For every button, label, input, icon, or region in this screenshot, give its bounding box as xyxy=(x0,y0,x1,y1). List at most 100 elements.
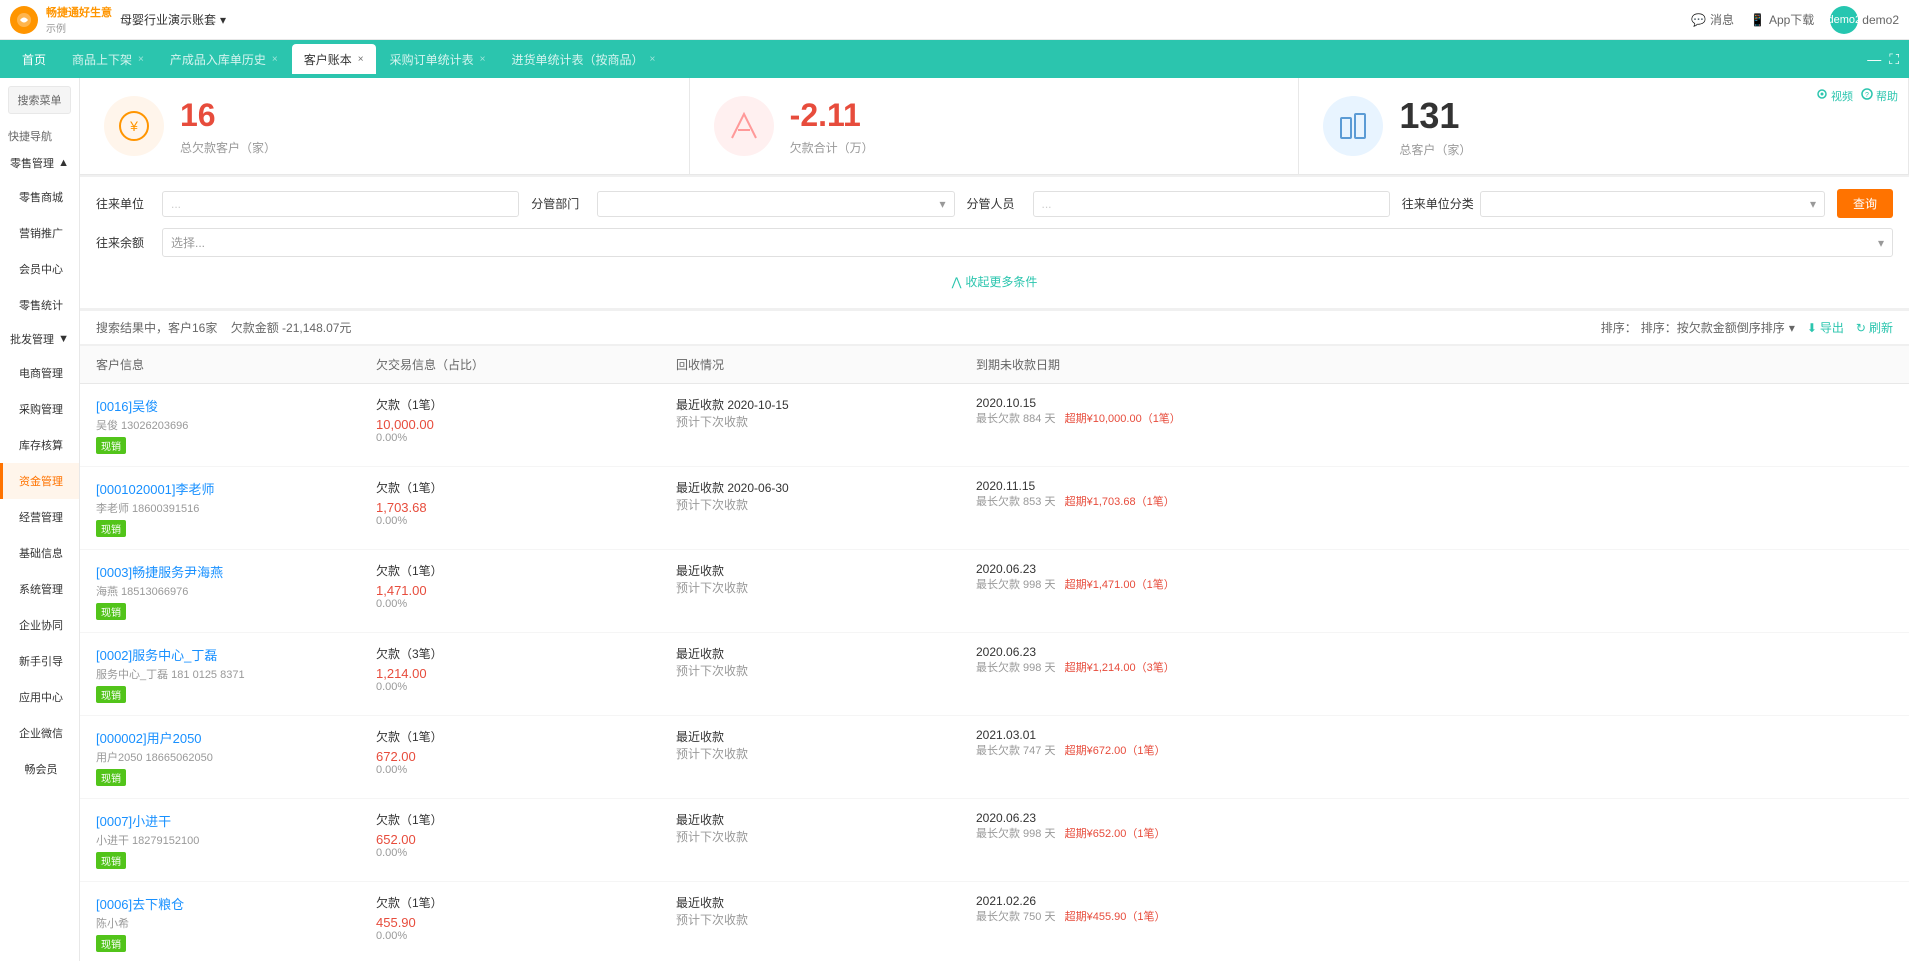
last-collection-1: 最近收款 2020-06-30 xyxy=(676,479,976,496)
sidebar-item-wechat[interactable]: 企业微信 xyxy=(0,715,79,751)
overdue-link-2[interactable]: 超期¥1,471.00（1笔） xyxy=(1065,579,1175,591)
store-selector[interactable]: 母婴行业演示账套 ▾ xyxy=(120,11,226,28)
sidebar-item-vip[interactable]: 畅会员 xyxy=(0,751,79,787)
refresh-button[interactable]: ↻ 刷新 xyxy=(1856,319,1893,336)
customer-name-6[interactable]: [0006]去下粮仓 xyxy=(96,894,376,913)
debt-percent-3: 0.00% xyxy=(376,681,676,693)
search-menu-button[interactable]: 搜索菜单 xyxy=(8,86,71,114)
table-row: [0007]小进干 小进干 18279152100 现销 欠款（1笔） 652.… xyxy=(80,799,1909,882)
unit-class-select[interactable]: ▾ xyxy=(1480,191,1825,217)
tab-close-inbound[interactable]: × xyxy=(649,54,655,65)
filter-unit-class: 往来单位分类 ▾ xyxy=(1402,191,1825,217)
tab-close-customer[interactable]: × xyxy=(358,54,364,65)
search-button[interactable]: 查询 xyxy=(1837,189,1893,218)
debt-amount-3[interactable]: 1,214.00 xyxy=(376,666,676,681)
debt-info-6: 欠款（1笔） 455.90 0.00% xyxy=(376,894,676,942)
sidebar-item-ecommerce[interactable]: 电商管理 xyxy=(0,355,79,391)
top-right: 💬 消息 📱 App下载 demo2 demo2 xyxy=(1691,6,1899,34)
overdue-link-4[interactable]: 超期¥672.00（1笔） xyxy=(1065,745,1166,757)
customer-name-0[interactable]: [0016]吴俊 xyxy=(96,396,376,415)
result-actions: 排序： 排序：按欠款金额倒序排序 ▾ ⬇ 导出 ↻ 刷新 xyxy=(1601,319,1893,336)
sidebar-item-operations[interactable]: 经营管理 xyxy=(0,499,79,535)
debt-amount-0[interactable]: 10,000.00 xyxy=(376,417,676,432)
overdue-link-0[interactable]: 超期¥10,000.00（1笔） xyxy=(1065,413,1181,425)
debt-amount-2[interactable]: 1,471.00 xyxy=(376,583,676,598)
tab-bar: 首页 商品上下架 × 产成品入库单历史 × 客户账本 × 采购订单统计表 × 进… xyxy=(0,40,1909,78)
customer-name-3[interactable]: [0002]服务中心_丁磊 xyxy=(96,645,376,664)
view-icon[interactable]: 视频 xyxy=(1816,88,1853,104)
table-header: 客户信息 欠交易信息（占比） 回收情况 到期未收款日期 xyxy=(80,346,1909,384)
sort-select[interactable]: 排序： 排序：按欠款金额倒序排序 ▾ xyxy=(1601,319,1795,336)
sidebar-item-app-center[interactable]: 应用中心 xyxy=(0,679,79,715)
customer-name-4[interactable]: [000002]用户2050 xyxy=(96,728,376,747)
minimize-button[interactable]: — xyxy=(1867,51,1881,68)
stat-info-customers: 16 总欠款客户（家） xyxy=(180,96,665,155)
result-bar: 搜索结果中，客户16家 欠款金额 -21,148.07元 排序： 排序：按欠款金… xyxy=(80,310,1909,344)
sidebar-item-wholesale-mgmt[interactable]: 批发管理 ▼ xyxy=(0,323,79,355)
sidebar-item-system[interactable]: 系统管理 xyxy=(0,571,79,607)
customer-sub-2: 海燕 18513066976 xyxy=(96,583,376,599)
debt-amount-4[interactable]: 672.00 xyxy=(376,749,676,764)
sidebar-item-retail-stats[interactable]: 零售统计 xyxy=(0,287,79,323)
last-collection-3: 最近收款 xyxy=(676,645,976,662)
export-icon: ⬇ xyxy=(1807,321,1817,335)
customer-name-1[interactable]: [0001020001]李老师 xyxy=(96,479,376,498)
stats-bar: ¥ 16 总欠款客户（家） -2.11 欠款合计（万） xyxy=(80,78,1909,175)
debt-percent-6: 0.00% xyxy=(376,930,676,942)
dept-select[interactable]: ▾ xyxy=(597,191,954,217)
sidebar-item-retail-mgmt[interactable]: 零售管理 ▲ xyxy=(0,147,79,179)
overdue-days-2: 最长欠款 998 天 超期¥1,471.00（1笔） xyxy=(976,576,1893,592)
sidebar-item-member[interactable]: 会员中心 xyxy=(0,251,79,287)
sidebar-item-enterprise[interactable]: 企业协同 xyxy=(0,607,79,643)
tab-purchase-stats[interactable]: 采购订单统计表 × xyxy=(378,44,498,74)
tab-product-history[interactable]: 产成品入库单历史 × xyxy=(158,44,290,74)
from-unit-input[interactable]: ... xyxy=(162,191,519,217)
result-text: 搜索结果中，客户16家 欠款金额 -21,148.07元 xyxy=(96,319,351,336)
tab-close-goods[interactable]: × xyxy=(138,54,144,65)
chevron-down-sort: ▾ xyxy=(1789,321,1795,335)
help-icon[interactable]: ? 帮助 xyxy=(1861,88,1898,104)
overdue-link-1[interactable]: 超期¥1,703.68（1笔） xyxy=(1065,496,1175,508)
tab-close-purchase[interactable]: × xyxy=(480,54,486,65)
customer-name-2[interactable]: [0003]畅捷服务尹海燕 xyxy=(96,562,376,581)
tab-customer-account[interactable]: 客户账本 × xyxy=(292,44,376,74)
tab-goods[interactable]: 商品上下架 × xyxy=(60,44,156,74)
customer-tag-2: 现销 xyxy=(96,603,126,620)
tab-inbound-stats[interactable]: 进货单统计表（按商品） × xyxy=(499,44,667,74)
sidebar-item-purchase[interactable]: 采购管理 xyxy=(0,391,79,427)
export-button[interactable]: ⬇ 导出 xyxy=(1807,319,1844,336)
customer-name-5[interactable]: [0007]小进干 xyxy=(96,811,376,830)
sidebar-item-finance[interactable]: 资金管理 xyxy=(0,463,79,499)
collapse-button[interactable]: ⋀ 收起更多条件 xyxy=(946,267,1044,296)
overdue-link-6[interactable]: 超期¥455.90（1笔） xyxy=(1065,911,1166,923)
stat-label-amount: 欠款合计（万） xyxy=(790,139,1275,156)
overdue-link-3[interactable]: 超期¥1,214.00（3笔） xyxy=(1065,662,1175,674)
balance-select[interactable]: 选择... ▾ xyxy=(162,228,1893,257)
maximize-button[interactable]: ⛶ xyxy=(1889,51,1899,68)
sidebar-item-basic-info[interactable]: 基础信息 xyxy=(0,535,79,571)
debt-amount-6[interactable]: 455.90 xyxy=(376,915,676,930)
debt-info-3: 欠款（3笔） 1,214.00 0.00% xyxy=(376,645,676,693)
app-download-button[interactable]: 📱 App下载 xyxy=(1750,11,1814,28)
overdue-days-5: 最长欠款 998 天 超期¥652.00（1笔） xyxy=(976,825,1893,841)
debt-amount-1[interactable]: 1,703.68 xyxy=(376,500,676,515)
sidebar-item-guide[interactable]: 新手引导 xyxy=(0,643,79,679)
message-button[interactable]: 💬 消息 xyxy=(1691,11,1734,28)
sidebar-search: 搜索菜单 xyxy=(0,78,79,122)
sidebar-item-inventory[interactable]: 库存核算 xyxy=(0,427,79,463)
person-input[interactable]: ... xyxy=(1033,191,1390,217)
overdue-link-5[interactable]: 超期¥652.00（1笔） xyxy=(1065,828,1166,840)
tab-home[interactable]: 首页 xyxy=(10,51,58,68)
main-layout: 搜索菜单 快捷导航 零售管理 ▲ 零售商城 营销推广 会员中心 零售统计 批发管… xyxy=(0,78,1909,961)
table-row: [0006]去下粮仓 陈小希 现销 欠款（1笔） 455.90 0.00% 最近… xyxy=(80,882,1909,961)
sidebar-item-marketing[interactable]: 营销推广 xyxy=(0,215,79,251)
next-collection-1: 预计下次收款 xyxy=(676,496,976,513)
user-menu[interactable]: demo2 demo2 xyxy=(1830,6,1899,34)
header-due-date: 到期未收款日期 xyxy=(976,356,1893,373)
sidebar-item-retail-store[interactable]: 零售商城 xyxy=(0,179,79,215)
chevron-down-class: ▾ xyxy=(1810,197,1816,211)
debt-amount-5[interactable]: 652.00 xyxy=(376,832,676,847)
next-collection-4: 预计下次收款 xyxy=(676,745,976,762)
tab-close-product[interactable]: × xyxy=(272,54,278,65)
customer-sub-5: 小进干 18279152100 xyxy=(96,832,376,848)
